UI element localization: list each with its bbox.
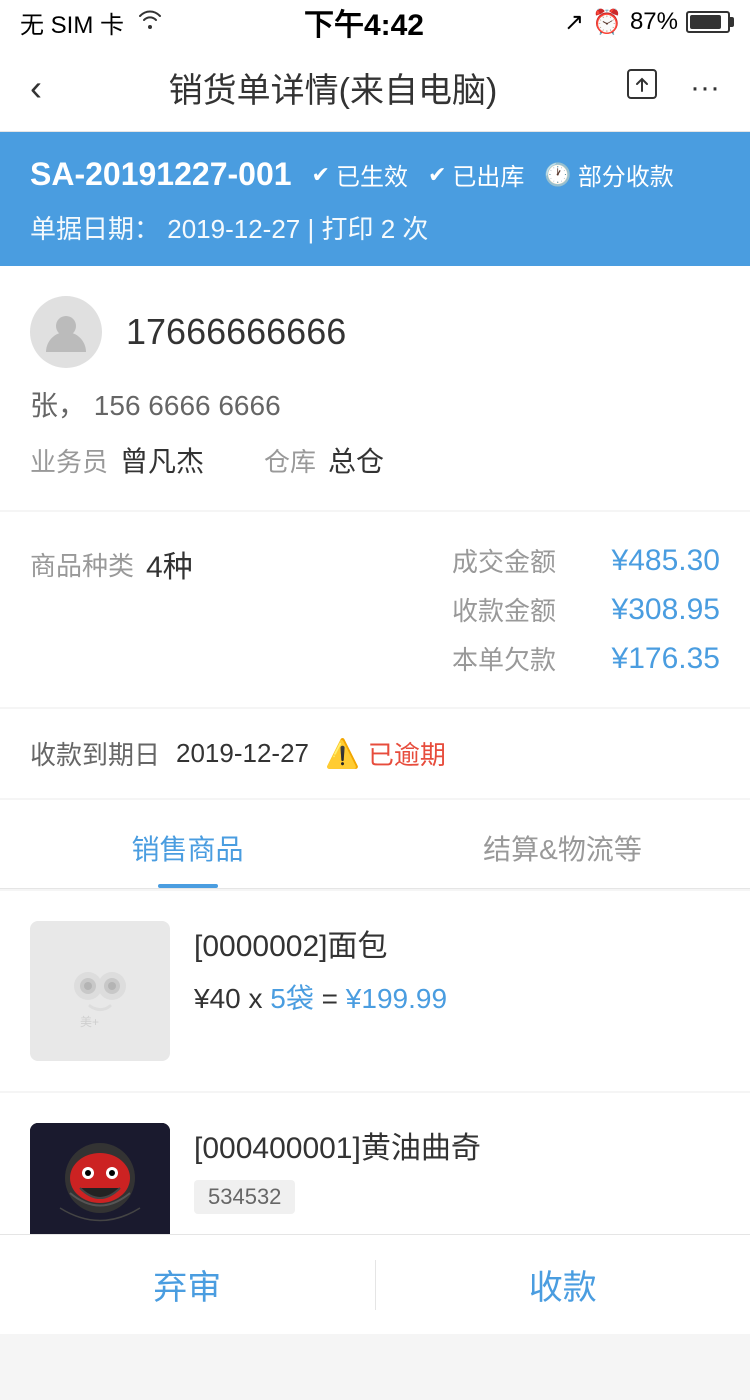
- amount-row: 成交金额 ¥485.30: [452, 542, 720, 579]
- banner-date: 单据日期： 2019-12-27 | 打印 2 次: [30, 209, 720, 246]
- date-label: 单据日期：: [30, 214, 160, 244]
- tab-settlement[interactable]: 结算&物流等: [375, 800, 750, 888]
- print-separator: |: [307, 214, 321, 244]
- cancel-review-label: 弃审: [153, 1269, 221, 1307]
- order-id: SA-20191227-001: [30, 156, 292, 193]
- tab-sales-products[interactable]: 销售商品: [0, 800, 375, 888]
- customer-phone: 17666666666: [126, 311, 346, 353]
- product-name-1: [0000002]面包: [194, 921, 720, 965]
- product-unit-price-1: ¥40: [194, 983, 241, 1014]
- banner-top: SA-20191227-001 ✔ 已生效 ✔ 已出库 🕐 部分收款: [30, 156, 720, 193]
- warehouse-label: 仓库: [264, 442, 316, 479]
- badge-partial-label: 部分收款: [578, 157, 674, 192]
- warehouse-item: 仓库 总仓: [264, 440, 384, 480]
- customer-alt-phone: 156 6666 6666: [94, 390, 281, 421]
- badge-partial: 🕐 部分收款: [544, 157, 673, 192]
- clock-icon: 🕐: [544, 162, 571, 188]
- carrier-label: 无 SIM 卡: [20, 5, 124, 40]
- badge-activated-label: 已生效: [336, 157, 408, 192]
- qty-unit-1: 袋: [286, 983, 314, 1014]
- order-date: 2019-12-27: [167, 214, 300, 244]
- debt-label: 本单欠款: [452, 640, 556, 677]
- check-icon-1: ✔: [312, 162, 330, 188]
- tab-settlement-label: 结算&物流等: [483, 834, 642, 865]
- overdue-badge: ⚠️ 已逾期: [325, 735, 446, 772]
- customer-top: 17666666666: [30, 296, 720, 368]
- svg-text:美+: 美+: [80, 1015, 99, 1029]
- cancel-review-button[interactable]: 弃审: [0, 1260, 375, 1309]
- print-label: 打印: [321, 214, 373, 244]
- type-label: 商品种类: [30, 546, 134, 583]
- nav-bar: ‹ 销货单详情(来自电脑) ···: [0, 44, 750, 132]
- badge-shipped: ✔ 已出库: [428, 157, 524, 192]
- amount-value: ¥485.30: [580, 544, 720, 578]
- debt-row: 本单欠款 ¥176.35: [452, 640, 720, 677]
- product-thumb-1: 美+: [30, 921, 170, 1061]
- summary-left: 商品种类 4种: [30, 542, 193, 586]
- check-icon-2: ✔: [428, 162, 446, 188]
- collect-label: 收款: [529, 1269, 597, 1307]
- tabs-row: 销售商品 结算&物流等: [0, 800, 750, 889]
- customer-avatar: [30, 296, 102, 368]
- nav-title: 销货单详情(来自电脑): [169, 63, 498, 112]
- received-value: ¥308.95: [580, 593, 720, 627]
- header-banner: SA-20191227-001 ✔ 已生效 ✔ 已出库 🕐 部分收款 单据日期：…: [0, 132, 750, 266]
- sales-label: 业务员: [30, 442, 108, 479]
- status-bar-right: ↗ ⏰ 87%: [564, 8, 730, 37]
- banner-badges: ✔ 已生效 ✔ 已出库 🕐 部分收款: [312, 157, 674, 192]
- product-qty-1: 5袋: [270, 983, 321, 1014]
- product-info-1: [0000002]面包 ¥40 x 5袋 = ¥199.99: [194, 921, 720, 1017]
- warehouse-name: 总仓: [328, 440, 384, 480]
- badge-activated: ✔ 已生效: [312, 157, 408, 192]
- product-sku-2: 534532: [194, 1180, 295, 1214]
- sales-name: 曾凡杰: [120, 440, 204, 480]
- badge-shipped-label: 已出库: [452, 157, 524, 192]
- product-placeholder-1: 美+: [30, 921, 170, 1061]
- collect-button[interactable]: 收款: [376, 1260, 750, 1309]
- due-label: 收款到期日: [30, 735, 160, 772]
- tab-sales-label: 销售商品: [131, 834, 243, 865]
- price-eq-1: =: [322, 983, 346, 1014]
- customer-name-text: 张，: [30, 390, 86, 421]
- wifi-icon: [136, 8, 164, 36]
- bottom-bar: 弃审 收款: [0, 1234, 750, 1334]
- product-price-1: ¥40 x 5袋 = ¥199.99: [194, 977, 720, 1017]
- product-type-row: 商品种类 4种: [30, 542, 193, 586]
- amount-label: 成交金额: [452, 542, 556, 579]
- summary-right: 成交金额 ¥485.30 收款金额 ¥308.95 本单欠款 ¥176.35: [452, 542, 720, 677]
- product-item: 美+ [0000002]面包 ¥40 x 5袋 = ¥199.99: [0, 891, 750, 1091]
- customer-sub: 张， 156 6666 6666: [30, 384, 720, 424]
- nav-actions: ···: [624, 66, 720, 110]
- qty-num-1: 5: [270, 983, 286, 1014]
- print-count: 2 次: [381, 214, 429, 244]
- summary-section: 商品种类 4种 成交金额 ¥485.30 收款金额 ¥308.95 本单欠款 ¥…: [0, 512, 750, 707]
- location-icon: ↗: [564, 8, 584, 37]
- battery-icon: [686, 11, 730, 33]
- customer-meta: 业务员 曾凡杰 仓库 总仓: [30, 440, 720, 480]
- status-bar-left: 无 SIM 卡: [20, 5, 164, 40]
- sales-item: 业务员 曾凡杰: [30, 440, 204, 480]
- product-total-1: ¥199.99: [346, 983, 447, 1014]
- received-row: 收款金额 ¥308.95: [452, 591, 720, 628]
- battery-percent: 87%: [630, 8, 678, 36]
- back-button[interactable]: ‹: [30, 67, 42, 109]
- due-date: 2019-12-27: [176, 738, 309, 769]
- tabs-section: 销售商品 结算&物流等: [0, 800, 750, 889]
- export-button[interactable]: [624, 66, 660, 110]
- received-label: 收款金额: [452, 591, 556, 628]
- status-time: 下午4:42: [304, 0, 424, 44]
- alarm-icon: ⏰: [592, 8, 622, 37]
- customer-section: 17666666666 张， 156 6666 6666 业务员 曾凡杰 仓库 …: [0, 266, 750, 510]
- product-name-2: [000400001]黄油曲奇: [194, 1123, 720, 1167]
- status-bar: 无 SIM 卡 下午4:42 ↗ ⏰ 87%: [0, 0, 750, 44]
- more-button[interactable]: ···: [690, 71, 720, 105]
- type-value: 4种: [146, 542, 193, 586]
- overdue-text: 已逾期: [368, 735, 446, 772]
- price-mult-1: x: [249, 983, 271, 1014]
- overdue-icon: ⚠️: [325, 737, 360, 770]
- due-section: 收款到期日 2019-12-27 ⚠️ 已逾期: [0, 709, 750, 798]
- debt-value: ¥176.35: [580, 642, 720, 676]
